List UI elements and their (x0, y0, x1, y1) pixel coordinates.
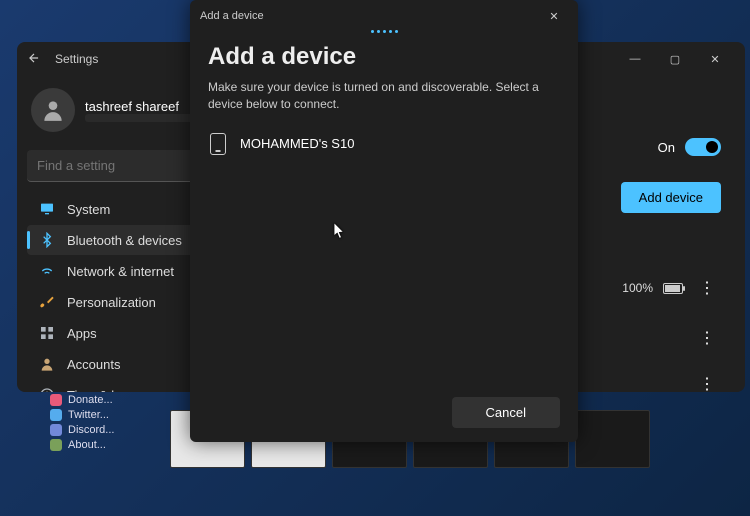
maximize-button[interactable]: ▢ (655, 45, 695, 73)
wifi-icon (39, 263, 55, 279)
device-card-1[interactable]: 100% ⋮ (622, 276, 721, 300)
task-item[interactable]: About... (50, 439, 114, 451)
dialog-footer: Cancel (190, 383, 578, 442)
task-item[interactable]: Discord... (50, 424, 114, 436)
device-menu-button[interactable]: ⋮ (693, 372, 721, 392)
person-icon (39, 356, 55, 372)
battery-icon (663, 283, 683, 294)
device-menu-button[interactable]: ⋮ (693, 276, 721, 300)
device-list: MOHAMMED's S10 (208, 127, 560, 161)
task-icon (50, 424, 62, 436)
preview-thumb[interactable] (575, 410, 650, 468)
sidebar-item-label: Time & language (67, 388, 165, 393)
device-name: MOHAMMED's S10 (240, 136, 354, 151)
progress-indicator (190, 30, 578, 33)
task-label: About... (68, 439, 106, 451)
sidebar-item-label: Network & internet (67, 264, 174, 279)
task-icon (50, 439, 62, 451)
phone-icon (210, 133, 226, 155)
profile-name: tashreef shareef (85, 99, 205, 114)
task-sidebar: Donate... Twitter... Discord... About... (50, 394, 114, 451)
device-menu-button[interactable]: ⋮ (693, 326, 721, 350)
device-card-2[interactable]: ⋮ (693, 326, 721, 350)
dialog-header-title: Add a device (200, 10, 540, 22)
brush-icon (39, 294, 55, 310)
add-device-button[interactable]: Add device (621, 182, 721, 213)
task-item[interactable]: Donate... (50, 394, 114, 406)
dialog-close-button[interactable]: ✕ (540, 6, 568, 26)
device-card-3[interactable]: ⋮ (693, 372, 721, 392)
close-button[interactable]: ✕ (695, 45, 735, 73)
bluetooth-toggle-label: On (658, 140, 675, 155)
add-device-dialog: Add a device ✕ Add a device Make sure yo… (190, 0, 578, 442)
profile-info: tashreef shareef (85, 99, 205, 122)
task-icon (50, 394, 62, 406)
window-controls: ― ▢ ✕ (615, 45, 735, 73)
sidebar-item-label: Accounts (67, 357, 120, 372)
task-icon (50, 409, 62, 421)
grid-icon (39, 325, 55, 341)
task-label: Discord... (68, 424, 114, 436)
battery-pct: 100% (622, 281, 653, 295)
dialog-title: Add a device (208, 43, 560, 71)
dialog-instruction: Make sure your device is turned on and d… (208, 79, 560, 113)
task-item[interactable]: Twitter... (50, 409, 114, 421)
cancel-button[interactable]: Cancel (452, 397, 560, 428)
bluetooth-icon (39, 232, 55, 248)
sidebar-item-label: Personalization (67, 295, 156, 310)
discovered-device[interactable]: MOHAMMED's S10 (208, 127, 560, 161)
bluetooth-toggle[interactable] (685, 138, 721, 156)
sidebar-item-label: Apps (67, 326, 97, 341)
bluetooth-toggle-row: On (658, 138, 721, 156)
sidebar-item-label: System (67, 202, 110, 217)
minimize-button[interactable]: ― (615, 45, 655, 73)
task-label: Twitter... (68, 409, 109, 421)
avatar (31, 88, 75, 132)
dialog-header: Add a device ✕ (190, 0, 578, 30)
task-label: Donate... (68, 394, 113, 406)
monitor-icon (39, 201, 55, 217)
back-button[interactable] (27, 51, 41, 68)
sidebar-item-label: Bluetooth & devices (67, 233, 182, 248)
clock-icon (39, 387, 55, 392)
dialog-body: Add a device Make sure your device is tu… (190, 39, 578, 383)
profile-email-redacted (85, 114, 205, 122)
desktop: Settings ― ▢ ✕ tashreef shareef (0, 0, 750, 516)
